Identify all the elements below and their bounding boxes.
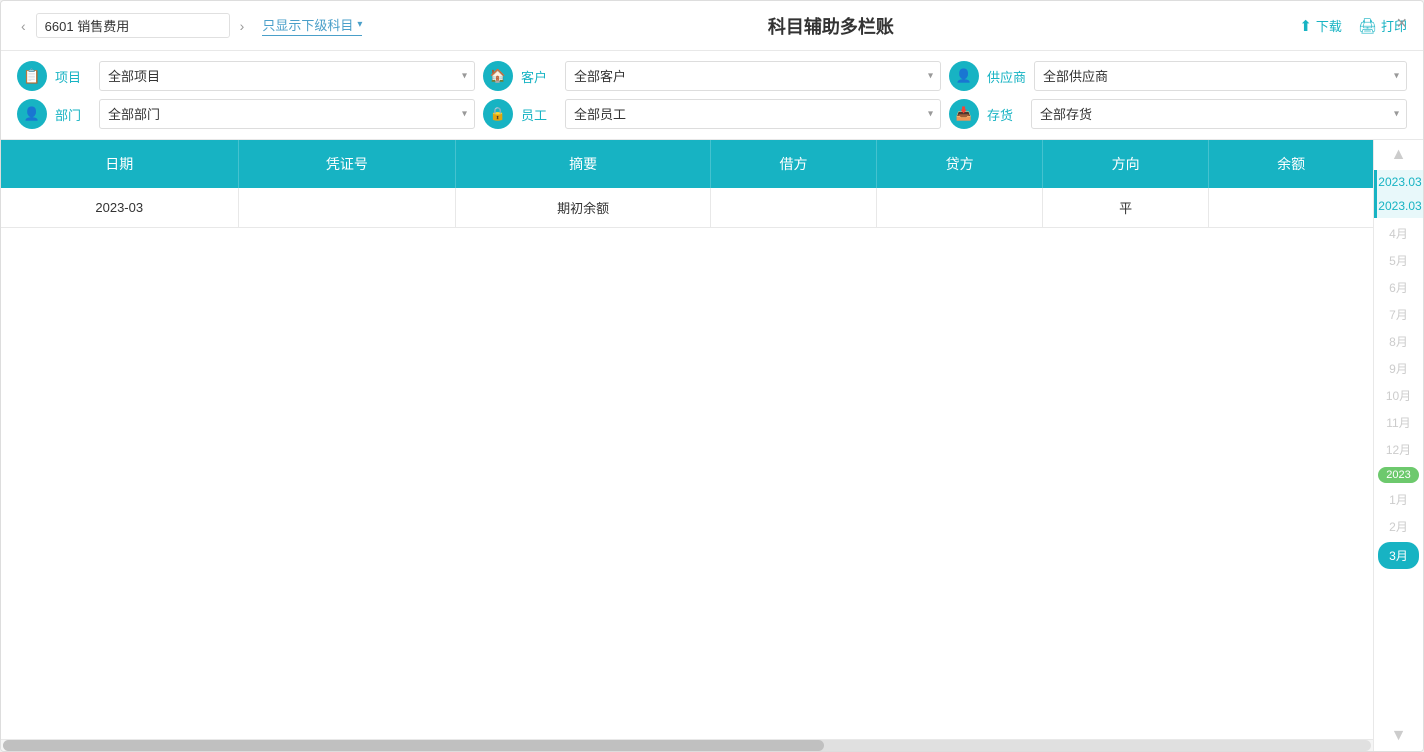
inventory-label: 存货 [987, 105, 1023, 124]
year-badge-container: 2023 [1374, 463, 1423, 486]
inventory-select-wrapper: 全部存货 ▾ [1031, 99, 1407, 129]
period-nov[interactable]: 11月 [1374, 409, 1423, 436]
filter-supplier: 👤 供应商 全部供应商 ▾ [949, 61, 1407, 91]
cell-date: 2023-03 [1, 188, 238, 228]
filter-bar: 📋 项目 全部项目 ▾ 🏠 客户 全部客户 ▾ 👤 供应商 [1, 51, 1423, 140]
download-button[interactable]: ⬆ 下载 [1299, 16, 1342, 35]
employee-select[interactable]: 全部员工 [565, 99, 941, 129]
period-2023-03-second[interactable]: 2023.03 [1374, 194, 1423, 218]
period-dec[interactable]: 12月 [1374, 436, 1423, 463]
cell-credit [877, 188, 1043, 228]
col-credit: 贷方 [877, 140, 1043, 188]
account-input[interactable] [36, 13, 230, 38]
period-mar-active[interactable]: 3月 [1378, 542, 1419, 569]
employee-icon: 🔒 [483, 99, 513, 129]
employee-label: 员工 [521, 105, 557, 124]
filter-employee: 🔒 员工 全部员工 ▾ [483, 99, 941, 129]
col-direction: 方向 [1043, 140, 1209, 188]
cell-voucher [238, 188, 456, 228]
nav-prev-button[interactable]: ‹ [17, 16, 30, 36]
department-icon: 👤 [17, 99, 47, 129]
side-down-button[interactable]: ▼ [1374, 721, 1423, 751]
filter-project: 📋 项目 全部项目 ▾ [17, 61, 475, 91]
project-select[interactable]: 全部项目 [99, 61, 475, 91]
cell-debit [710, 188, 876, 228]
main-window: ‹ › 只显示下级科目 ▾ 科目辅助多栏账 ⬆ 下载 🖨 打印 × 📋 项目 [0, 0, 1424, 752]
filter-department: 👤 部门 全部部门 ▾ [17, 99, 475, 129]
content-area: 日期 凭证号 摘要 借方 贷方 方向 余额 2023-03 期初余额 [1, 140, 1423, 751]
nav-area: ‹ › 只显示下级科目 ▾ [17, 13, 362, 38]
col-date: 日期 [1, 140, 238, 188]
col-debit: 借方 [710, 140, 876, 188]
period-sep[interactable]: 9月 [1374, 355, 1423, 382]
year-badge: 2023 [1378, 467, 1418, 483]
data-table: 日期 凭证号 摘要 借方 贷方 方向 余额 2023-03 期初余额 [1, 140, 1373, 228]
filter-customer: 🏠 客户 全部客户 ▾ [483, 61, 941, 91]
table-row: 2023-03 期初余额 平 [1, 188, 1373, 228]
scrollbar-thumb [3, 740, 824, 751]
project-label: 项目 [55, 67, 91, 86]
show-sub-toggle[interactable]: 只显示下级科目 ▾ [262, 15, 362, 36]
title-bar: ‹ › 只显示下级科目 ▾ 科目辅助多栏账 ⬆ 下载 🖨 打印 × [1, 1, 1423, 51]
customer-select[interactable]: 全部客户 [565, 61, 941, 91]
supplier-select[interactable]: 全部供应商 [1034, 61, 1407, 91]
department-label: 部门 [55, 105, 91, 124]
cell-direction: 平 [1043, 188, 1209, 228]
period-jul[interactable]: 7月 [1374, 301, 1423, 328]
cell-balance [1209, 188, 1373, 228]
customer-icon: 🏠 [483, 61, 513, 91]
download-icon: ⬆ [1299, 17, 1312, 35]
period-aug[interactable]: 8月 [1374, 328, 1423, 355]
project-select-wrapper: 全部项目 ▾ [99, 61, 475, 91]
inventory-select[interactable]: 全部存货 [1031, 99, 1407, 129]
customer-label: 客户 [521, 67, 557, 86]
supplier-select-wrapper: 全部供应商 ▾ [1034, 61, 1407, 91]
table-area: 日期 凭证号 摘要 借方 贷方 方向 余额 2023-03 期初余额 [1, 140, 1373, 751]
scrollbar-track [3, 740, 1371, 751]
side-panel: ▲ 2023.03 2023.03 4月 5月 6月 7月 8月 9月 10月 … [1373, 140, 1423, 751]
customer-select-wrapper: 全部客户 ▾ [565, 61, 941, 91]
col-voucher: 凭证号 [238, 140, 456, 188]
print-icon: 🖨 [1358, 17, 1377, 35]
horizontal-scrollbar[interactable] [1, 739, 1373, 751]
show-sub-label: 只显示下级科目 [262, 15, 353, 34]
period-jun[interactable]: 6月 [1374, 274, 1423, 301]
period-feb[interactable]: 2月 [1374, 513, 1423, 540]
filter-inventory: 📥 存货 全部存货 ▾ [949, 99, 1407, 129]
supplier-label: 供应商 [987, 67, 1026, 86]
side-up-button[interactable]: ▲ [1374, 140, 1423, 170]
employee-select-wrapper: 全部员工 ▾ [565, 99, 941, 129]
department-select-wrapper: 全部部门 ▾ [99, 99, 475, 129]
table-header-row: 日期 凭证号 摘要 借方 贷方 方向 余额 [1, 140, 1373, 188]
supplier-icon: 👤 [949, 61, 979, 91]
col-summary: 摘要 [456, 140, 711, 188]
inventory-icon: 📥 [949, 99, 979, 129]
page-title: 科目辅助多栏账 [362, 13, 1299, 39]
toolbar-right: ⬆ 下载 🖨 打印 [1299, 16, 1407, 35]
period-2023-03-top[interactable]: 2023.03 [1374, 170, 1423, 194]
col-balance: 余额 [1209, 140, 1373, 188]
period-oct[interactable]: 10月 [1374, 382, 1423, 409]
project-icon: 📋 [17, 61, 47, 91]
nav-next-button[interactable]: › [236, 16, 249, 36]
close-button[interactable]: × [1396, 13, 1407, 34]
period-apr[interactable]: 4月 [1374, 220, 1423, 247]
department-select[interactable]: 全部部门 [99, 99, 475, 129]
period-may[interactable]: 5月 [1374, 247, 1423, 274]
cell-summary: 期初余额 [456, 188, 711, 228]
period-jan[interactable]: 1月 [1374, 486, 1423, 513]
